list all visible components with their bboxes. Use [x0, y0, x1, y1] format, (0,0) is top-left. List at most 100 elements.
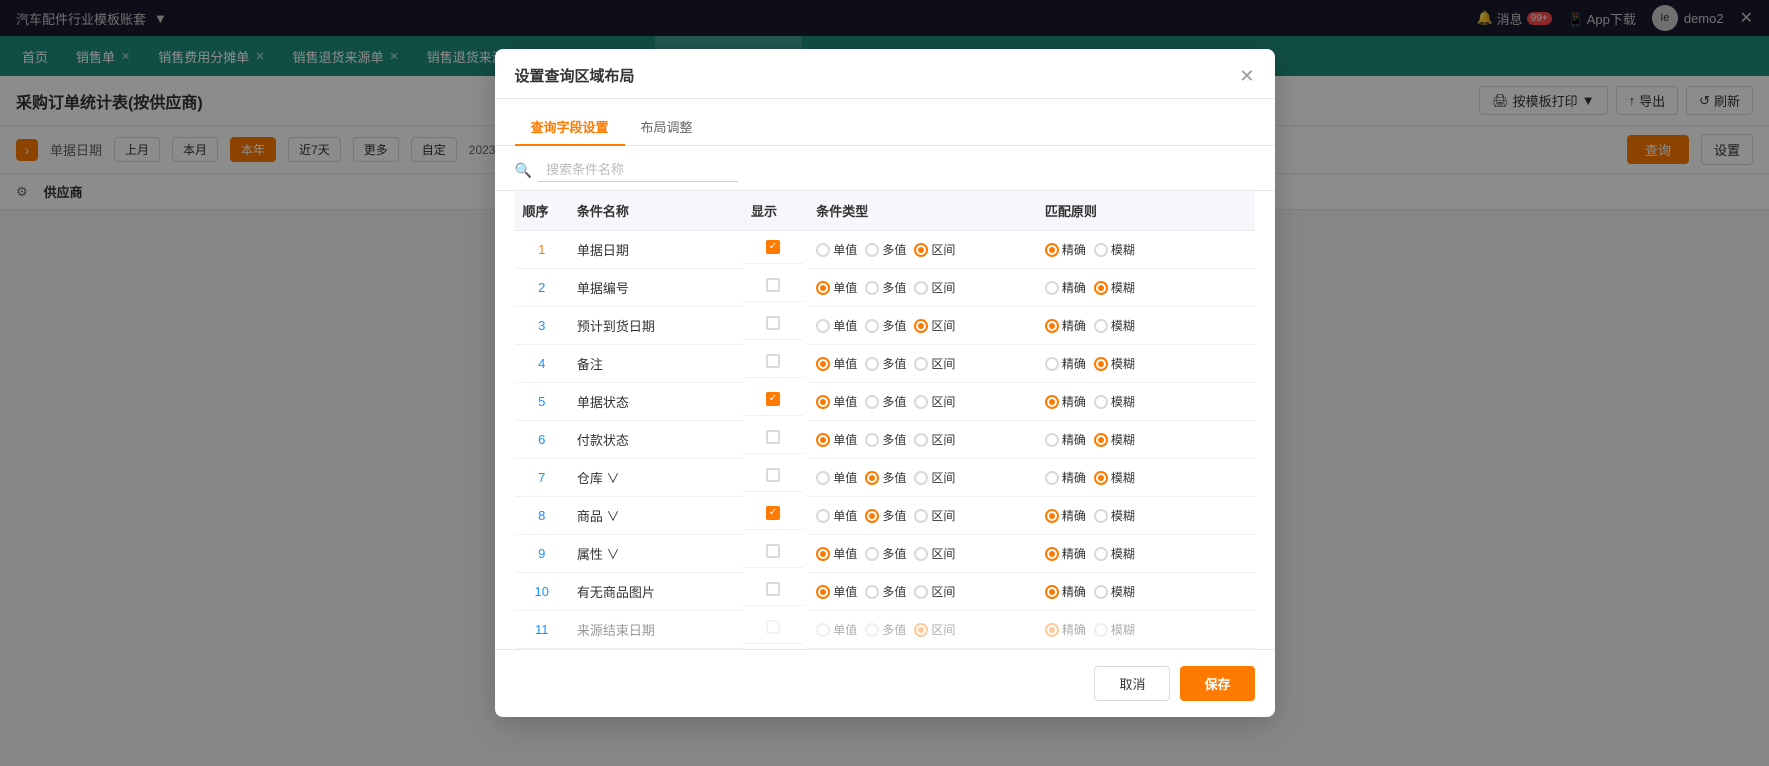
radio-circle-icon [1094, 357, 1108, 371]
row-display-7[interactable] [743, 459, 803, 492]
checkbox-1[interactable] [766, 240, 780, 254]
match-radio-精确-6[interactable]: 精确 [1045, 431, 1086, 448]
row-display-2[interactable] [743, 269, 803, 302]
match-radio-模糊-8[interactable]: 模糊 [1094, 507, 1135, 524]
type-radio-单值-3[interactable]: 单值 [816, 317, 857, 334]
type-radio-单值-1[interactable]: 单值 [816, 241, 857, 258]
row-display-1[interactable] [743, 231, 803, 264]
type-radio-单值-2[interactable]: 单值 [816, 279, 857, 296]
match-radio-精确-11[interactable]: 精确 [1045, 621, 1086, 638]
type-radio-单值-6[interactable]: 单值 [816, 431, 857, 448]
radio-circle-icon [1094, 319, 1108, 333]
checkbox-2[interactable] [766, 278, 780, 292]
type-radio-多值-4[interactable]: 多值 [865, 355, 906, 372]
match-radio-模糊-2[interactable]: 模糊 [1094, 279, 1135, 296]
modal-close-button[interactable]: ✕ [1239, 67, 1254, 85]
type-radio-单值-11[interactable]: 单值 [816, 621, 857, 638]
type-radio-单值-9[interactable]: 单值 [816, 545, 857, 562]
match-radio-精确-4[interactable]: 精确 [1045, 355, 1086, 372]
type-radio-多值-8[interactable]: 多值 [865, 507, 906, 524]
type-radio-单值-7[interactable]: 单值 [816, 469, 857, 486]
radio-circle-icon [865, 585, 879, 599]
type-radio-多值-3[interactable]: 多值 [865, 317, 906, 334]
checkbox-10[interactable] [766, 582, 780, 596]
checkbox-4[interactable] [766, 354, 780, 368]
modal-table-wrap: 顺序 条件名称 显示 条件类型 [495, 191, 1275, 649]
row-display-10[interactable] [743, 573, 803, 606]
match-radio-模糊-7[interactable]: 模糊 [1094, 469, 1135, 486]
match-radio-模糊-5[interactable]: 模糊 [1094, 393, 1135, 410]
checkbox-7[interactable] [766, 468, 780, 482]
type-radio-多值-7[interactable]: 多值 [865, 469, 906, 486]
row-match-1: 精确模糊 [1037, 231, 1255, 269]
type-radio-区间-1[interactable]: 区间 [914, 241, 955, 258]
match-radio-模糊-9[interactable]: 模糊 [1094, 545, 1135, 562]
row-name-3: 预计到货日期 [569, 307, 743, 345]
type-radio-单值-10[interactable]: 单值 [816, 583, 857, 600]
match-radio-精确-9[interactable]: 精确 [1045, 545, 1086, 562]
match-radio-模糊-10[interactable]: 模糊 [1094, 583, 1135, 600]
modal-tab-query-fields[interactable]: 查询字段设置 [515, 109, 625, 146]
radio-circle-icon [914, 357, 928, 371]
type-radio-区间-10[interactable]: 区间 [914, 583, 955, 600]
row-display-3[interactable] [743, 307, 803, 340]
radio-circle-icon [816, 281, 830, 295]
type-radio-区间-8[interactable]: 区间 [914, 507, 955, 524]
row-display-9[interactable] [743, 535, 803, 568]
type-radio-区间-6[interactable]: 区间 [914, 431, 955, 448]
radio-label: 多值 [882, 583, 906, 600]
checkbox-3[interactable] [766, 316, 780, 330]
radio-label: 单值 [833, 355, 857, 372]
radio-circle-icon [865, 547, 879, 561]
match-radio-精确-5[interactable]: 精确 [1045, 393, 1086, 410]
search-input[interactable] [538, 158, 738, 182]
row-match-9: 精确模糊 [1037, 535, 1255, 573]
match-radio-模糊-11[interactable]: 模糊 [1094, 621, 1135, 638]
type-radio-区间-9[interactable]: 区间 [914, 545, 955, 562]
type-radio-区间-7[interactable]: 区间 [914, 469, 955, 486]
match-radio-模糊-1[interactable]: 模糊 [1094, 241, 1135, 258]
match-radio-模糊-3[interactable]: 模糊 [1094, 317, 1135, 334]
radio-label: 精确 [1062, 545, 1086, 562]
type-radio-区间-2[interactable]: 区间 [914, 279, 955, 296]
type-radio-多值-9[interactable]: 多值 [865, 545, 906, 562]
match-radio-精确-7[interactable]: 精确 [1045, 469, 1086, 486]
type-radio-单值-8[interactable]: 单值 [816, 507, 857, 524]
type-radio-多值-6[interactable]: 多值 [865, 431, 906, 448]
type-radio-单值-5[interactable]: 单值 [816, 393, 857, 410]
checkbox-9[interactable] [766, 544, 780, 558]
radio-label: 精确 [1062, 507, 1086, 524]
row-match-10: 精确模糊 [1037, 573, 1255, 611]
match-radio-精确-3[interactable]: 精确 [1045, 317, 1086, 334]
modal-tab-layout[interactable]: 布局调整 [625, 109, 709, 146]
type-radio-多值-2[interactable]: 多值 [865, 279, 906, 296]
match-radio-精确-10[interactable]: 精确 [1045, 583, 1086, 600]
row-display-11[interactable] [743, 611, 803, 644]
type-radio-单值-4[interactable]: 单值 [816, 355, 857, 372]
row-order-7: 7 [515, 459, 569, 497]
match-radio-模糊-6[interactable]: 模糊 [1094, 431, 1135, 448]
match-radio-精确-1[interactable]: 精确 [1045, 241, 1086, 258]
checkbox-11[interactable] [766, 620, 780, 634]
type-radio-区间-11[interactable]: 区间 [914, 621, 955, 638]
checkbox-6[interactable] [766, 430, 780, 444]
type-radio-区间-4[interactable]: 区间 [914, 355, 955, 372]
checkbox-8[interactable] [766, 506, 780, 520]
row-display-8[interactable] [743, 497, 803, 530]
match-radio-精确-2[interactable]: 精确 [1045, 279, 1086, 296]
type-radio-多值-10[interactable]: 多值 [865, 583, 906, 600]
row-display-4[interactable] [743, 345, 803, 378]
match-radio-模糊-4[interactable]: 模糊 [1094, 355, 1135, 372]
checkbox-5[interactable] [766, 392, 780, 406]
type-radio-多值-1[interactable]: 多值 [865, 241, 906, 258]
type-radio-多值-11[interactable]: 多值 [865, 621, 906, 638]
radio-label: 多值 [882, 621, 906, 638]
cancel-button[interactable]: 取消 [1094, 666, 1170, 701]
row-display-6[interactable] [743, 421, 803, 454]
save-button[interactable]: 保存 [1180, 666, 1254, 701]
row-display-5[interactable] [743, 383, 803, 416]
type-radio-多值-5[interactable]: 多值 [865, 393, 906, 410]
match-radio-精确-8[interactable]: 精确 [1045, 507, 1086, 524]
type-radio-区间-5[interactable]: 区间 [914, 393, 955, 410]
type-radio-区间-3[interactable]: 区间 [914, 317, 955, 334]
